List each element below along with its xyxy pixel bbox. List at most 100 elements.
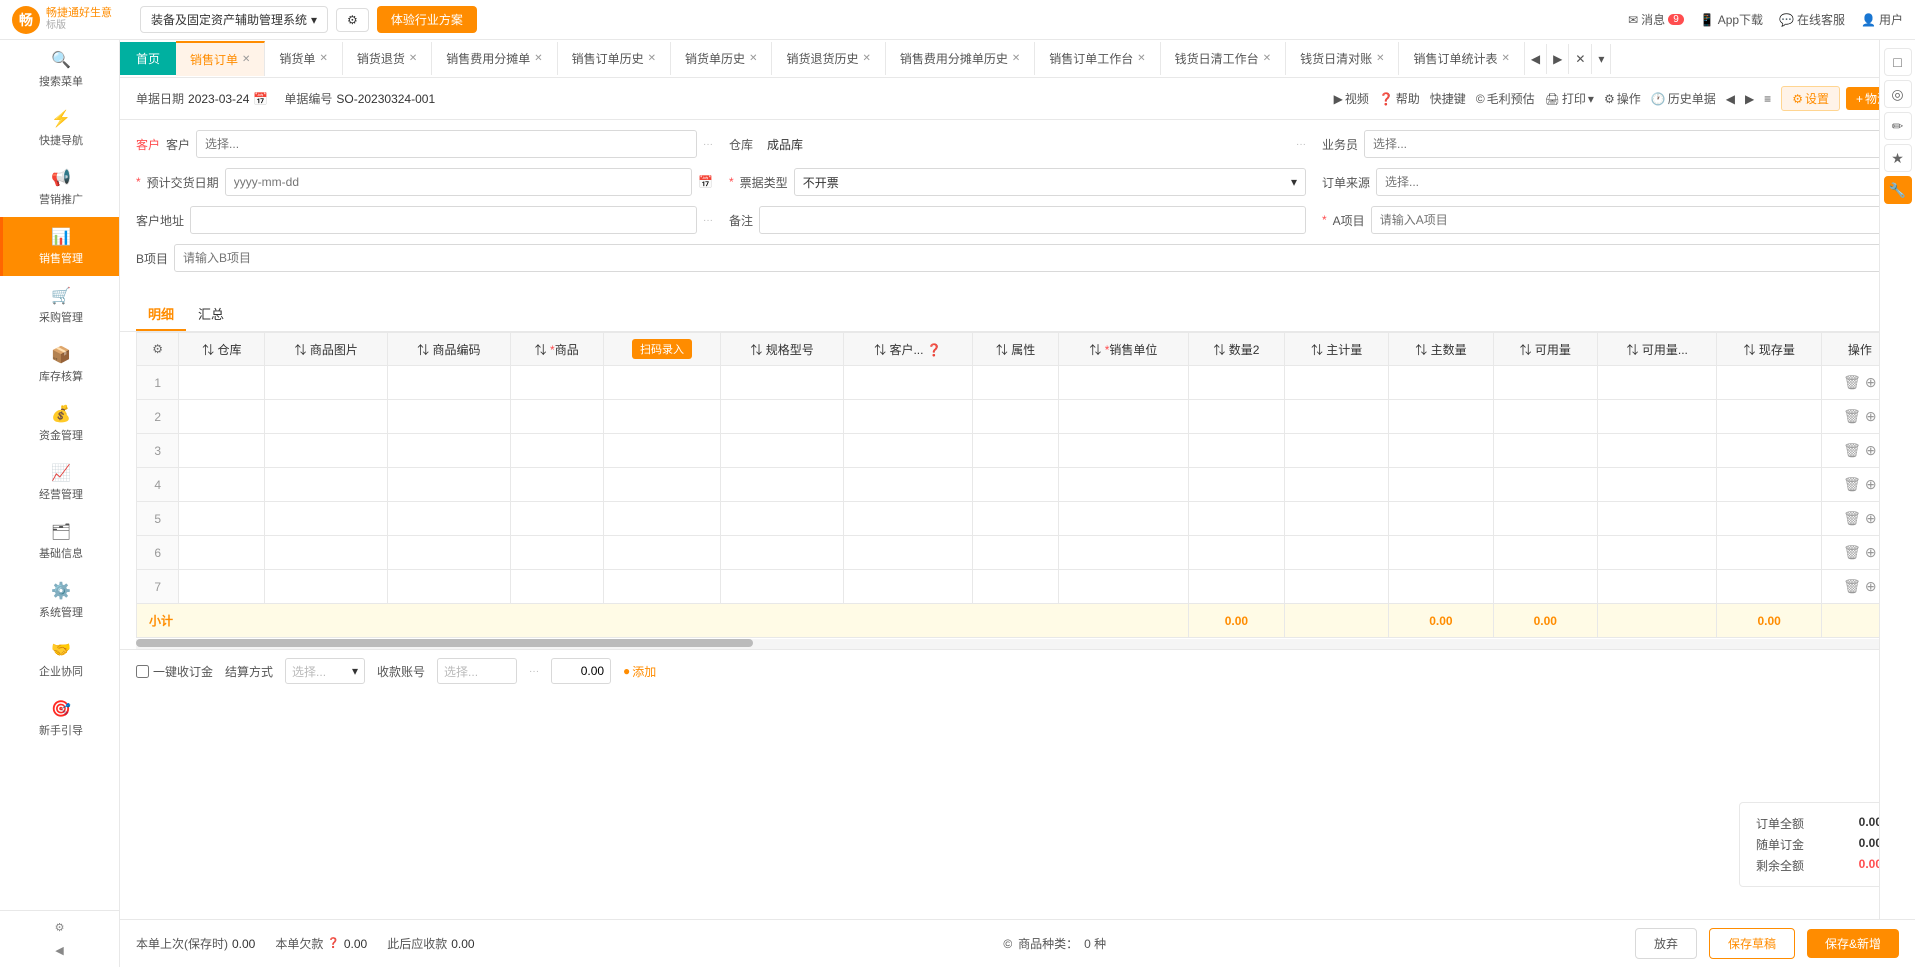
tab-expense-split[interactable]: 销售费用分摊单 ✕ [432, 42, 557, 75]
prev-record-btn[interactable]: ◀ [1726, 92, 1735, 106]
history-btn[interactable]: 🕐 历史单据 [1651, 90, 1716, 107]
settings-btn[interactable]: ⚙ [336, 8, 369, 32]
account-select[interactable]: 选择... [437, 658, 517, 684]
save-draft-button[interactable]: 保存草稿 [1709, 928, 1795, 959]
sidebar-settings-btn[interactable]: ⚙ [55, 921, 65, 934]
tab-close-icon[interactable]: ✕ [1012, 53, 1020, 64]
cell-qty2[interactable] [1188, 366, 1284, 400]
tab-close-icon[interactable]: ✕ [319, 53, 327, 64]
customer-more-btn[interactable]: ··· [703, 139, 713, 150]
cell-product-name[interactable] [510, 366, 603, 400]
cell-attr[interactable] [973, 366, 1059, 400]
b-project-input[interactable] [174, 244, 1899, 272]
tab-close-icon[interactable]: ✕ [242, 54, 250, 65]
sidebar-item-purchase[interactable]: 🛒 采购管理 [0, 276, 119, 335]
tab-sales-returns[interactable]: 销货退货 ✕ [343, 42, 432, 75]
th-settings[interactable]: ⚙ [137, 333, 179, 366]
customer-addr-more-btn[interactable]: ··· [703, 215, 713, 226]
help-btn[interactable]: ❓ 帮助 [1379, 90, 1420, 107]
payment-amount-input[interactable] [551, 658, 611, 684]
tab-summary[interactable]: 汇总 [186, 298, 236, 331]
tab-close-icon[interactable]: ✕ [1376, 53, 1384, 64]
tab-prev-btn[interactable]: ◀ [1525, 44, 1547, 74]
sidebar-item-system[interactable]: ⚙️ 系统管理 [0, 571, 119, 630]
sidebar-collapse-btn[interactable]: ◀ [55, 944, 63, 957]
copy-row-icon[interactable]: ⊕ [1865, 510, 1877, 527]
online-service-btn[interactable]: 💬 在线客服 [1779, 11, 1845, 28]
delete-row-icon[interactable]: 🗑 [1843, 544, 1861, 561]
tab-close-icon[interactable]: ✕ [862, 53, 870, 64]
customer-input[interactable] [196, 130, 697, 158]
solution-button[interactable]: 体验行业方案 [377, 6, 477, 33]
float-btn-5[interactable]: 🔧 [1884, 176, 1912, 204]
payment-method-select[interactable]: 选择... ▾ [285, 658, 365, 684]
sidebar-item-base-info[interactable]: 🗂 基础信息 [0, 512, 119, 571]
profit-btn[interactable]: © 毛利预估 [1476, 90, 1535, 107]
tab-expense-history[interactable]: 销售费用分摊单历史 ✕ [886, 42, 1035, 75]
delete-row-icon[interactable]: 🗑 [1843, 374, 1861, 391]
tab-close-icon[interactable]: ✕ [534, 53, 542, 64]
tab-close-icon[interactable]: ✕ [1502, 53, 1510, 64]
tab-order-history[interactable]: 销售订单历史 ✕ [558, 42, 671, 75]
delete-row-icon[interactable]: 🗑 [1843, 578, 1861, 595]
next-record-btn[interactable]: ▶ [1745, 92, 1754, 106]
operations-btn[interactable]: ⚙ 操作 [1604, 90, 1641, 107]
cell-main-unit[interactable] [1284, 366, 1388, 400]
cell-cust-code[interactable] [843, 366, 972, 400]
account-more-btn[interactable]: ··· [529, 666, 539, 677]
tab-sales-return[interactable]: 销货单 ✕ [265, 42, 342, 75]
warehouse-more-btn[interactable]: ··· [1296, 139, 1306, 150]
print-btn[interactable]: 🖨 打印 ▾ [1545, 90, 1594, 107]
sidebar-item-sales[interactable]: 📊 销售管理 [0, 217, 119, 276]
view-btn[interactable]: ▶ 视频 [1334, 90, 1369, 107]
sidebar-item-quick-nav[interactable]: ⚡ 快捷导航 [0, 99, 119, 158]
add-payment-btn[interactable]: ● 添加 [623, 663, 656, 680]
save-new-button[interactable]: 保存&新增 [1807, 929, 1899, 958]
calendar2-icon[interactable]: 📅 [698, 175, 713, 189]
tab-return-history[interactable]: 销货单历史 ✕ [671, 42, 772, 75]
one-click-checkbox[interactable] [136, 665, 149, 678]
cell-product-img[interactable] [265, 366, 388, 400]
copy-row-icon[interactable]: ⊕ [1865, 442, 1877, 459]
settings-panel-btn[interactable]: ⚙ 保存草稿 设置 [1781, 86, 1840, 111]
sidebar-item-finance[interactable]: 💰 资金管理 [0, 394, 119, 453]
tab-close-icon[interactable]: ✕ [749, 53, 757, 64]
sidebar-item-enterprise[interactable]: 🤝 企业协同 [0, 630, 119, 689]
float-btn-4[interactable]: ★ [1884, 144, 1912, 172]
cell-stock[interactable] [1717, 366, 1821, 400]
tab-detail[interactable]: 明细 [136, 298, 186, 331]
calendar-icon[interactable]: 📅 [253, 92, 268, 106]
salesperson-input[interactable] [1364, 130, 1883, 158]
app-download-btn[interactable]: 📱 App下载 [1700, 11, 1763, 28]
cell-main-qty[interactable] [1389, 366, 1493, 400]
invoice-type-select[interactable]: 不开票 ▾ [794, 168, 1306, 196]
table-settings-icon[interactable]: ⚙ [152, 342, 163, 356]
cell-avail-qty[interactable] [1493, 366, 1597, 400]
tab-menu-btn[interactable]: ▾ [1592, 44, 1611, 74]
sidebar-item-marketing[interactable]: 📢 营销推广 [0, 158, 119, 217]
a-project-input[interactable] [1371, 206, 1899, 234]
cell-product-code[interactable] [387, 366, 510, 400]
tab-return-hist[interactable]: 销货退货历史 ✕ [772, 42, 885, 75]
tab-close-all-btn[interactable]: ✕ [1569, 44, 1592, 74]
cell-spec[interactable] [721, 366, 844, 400]
tab-sales-stats[interactable]: 销售订单统计表 ✕ [1399, 42, 1524, 75]
tab-next-btn[interactable]: ▶ [1547, 44, 1569, 74]
tab-credit-check[interactable]: 钱货日清对账 ✕ [1286, 42, 1399, 75]
sidebar-item-guide[interactable]: 🎯 新手引导 [0, 689, 119, 748]
sidebar-item-operations[interactable]: 📈 经营管理 [0, 453, 119, 512]
list-view-btn[interactable]: ≡ [1764, 92, 1771, 106]
delete-row-icon[interactable]: 🗑 [1843, 408, 1861, 425]
tab-order-workbench[interactable]: 销售订单工作台 ✕ [1035, 42, 1160, 75]
delivery-date-input[interactable] [225, 168, 692, 196]
copy-row-icon[interactable]: ⊕ [1865, 578, 1877, 595]
delete-row-icon[interactable]: 🗑 [1843, 442, 1861, 459]
copy-row-icon[interactable]: ⊕ [1865, 544, 1877, 561]
shortcut-btn[interactable]: 快捷键 [1430, 90, 1466, 107]
copy-row-icon[interactable]: ⊕ [1865, 374, 1877, 391]
tab-close-icon[interactable]: ✕ [648, 53, 656, 64]
float-btn-3[interactable]: ✏ [1884, 112, 1912, 140]
remarks-input[interactable] [759, 206, 1306, 234]
tab-home[interactable]: 首页 [120, 42, 176, 75]
tab-close-icon[interactable]: ✕ [1263, 53, 1271, 64]
